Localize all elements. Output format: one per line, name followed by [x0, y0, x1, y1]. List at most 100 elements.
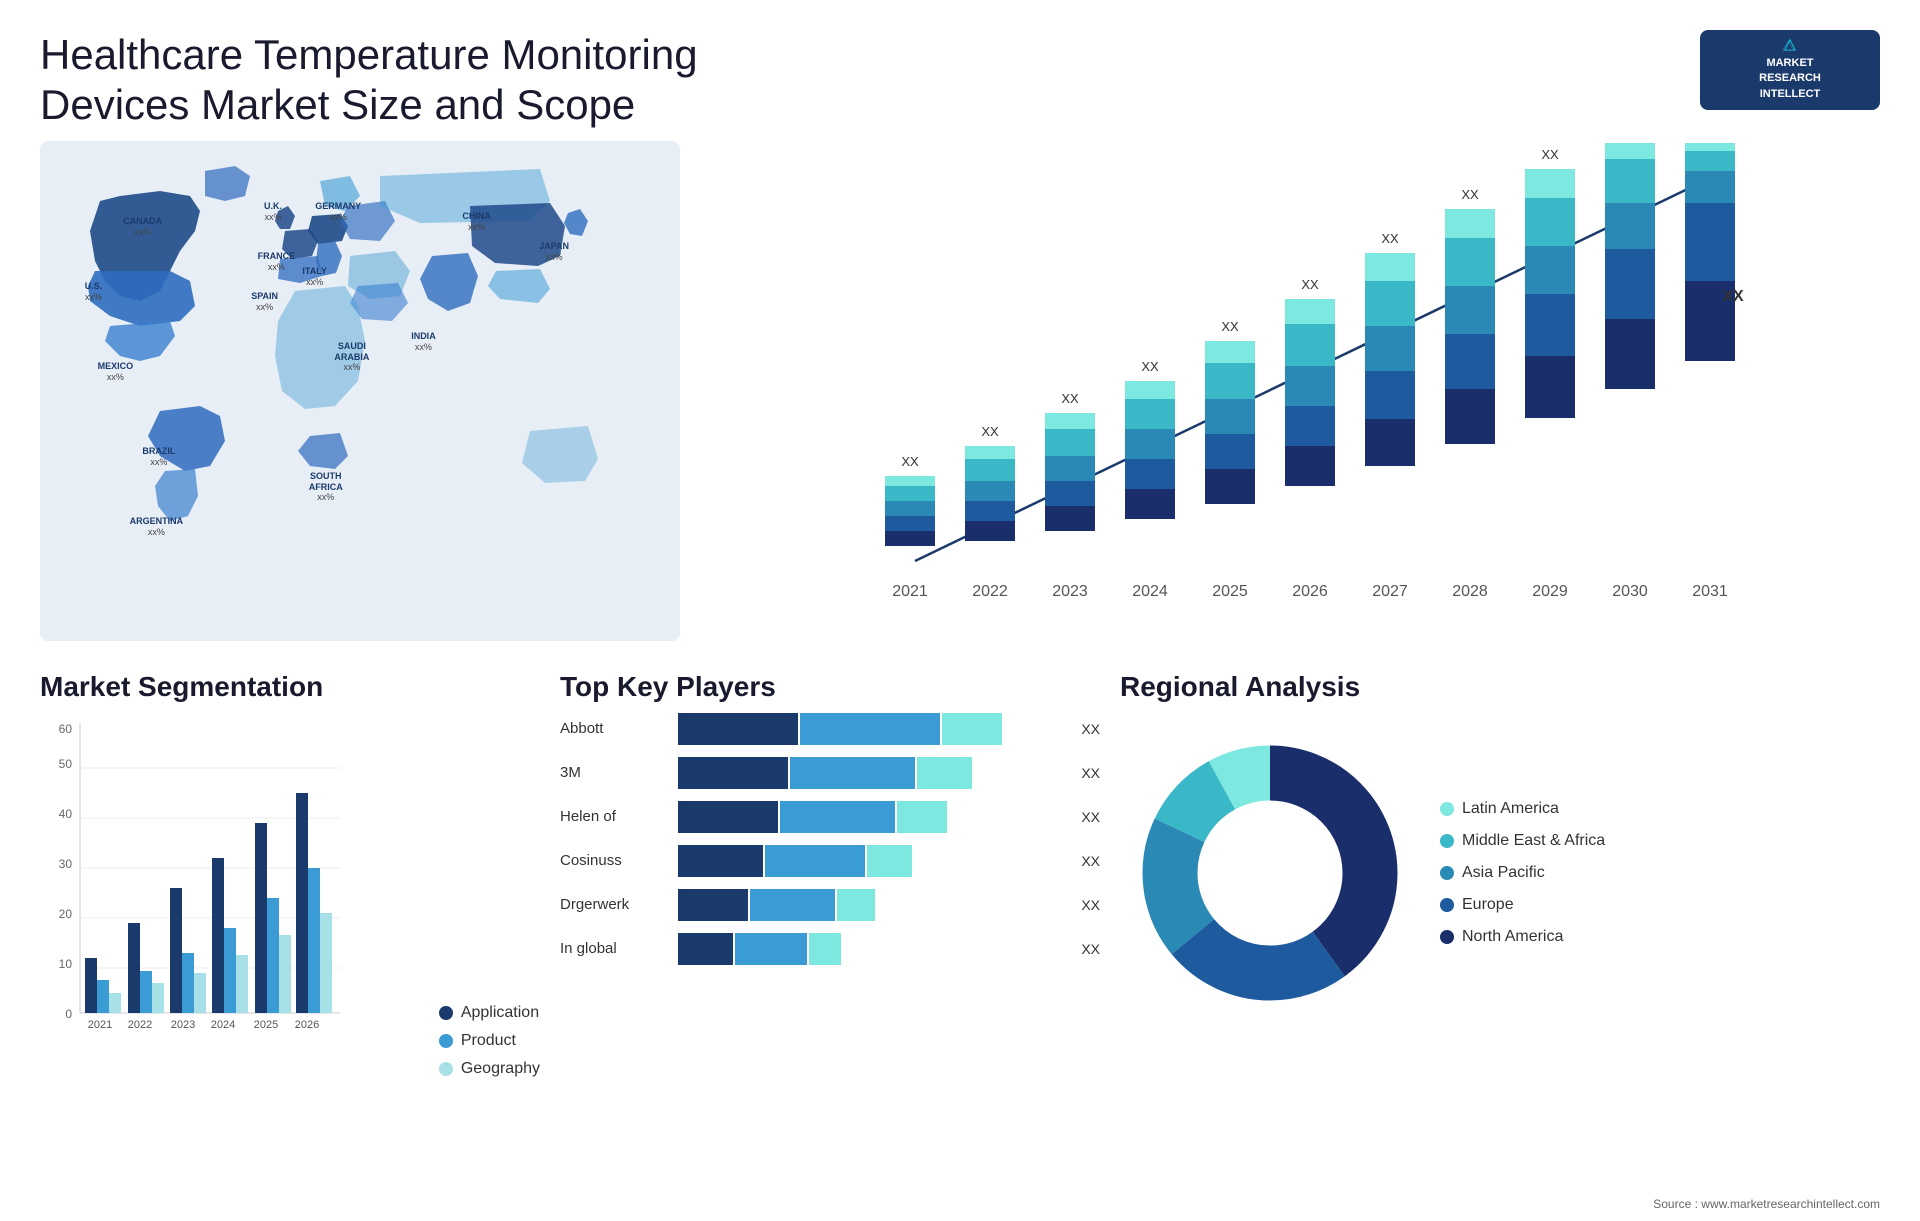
svg-text:XX: XX	[1061, 391, 1079, 406]
player-bar-2	[790, 757, 915, 789]
legend-label-middle-east: Middle East & Africa	[1462, 832, 1605, 850]
legend-label-europe: Europe	[1462, 896, 1514, 914]
svg-text:2029: 2029	[1532, 583, 1568, 600]
player-name-helen: Helen of	[560, 808, 670, 825]
map-label-southafrica: SOUTHAFRICAxx%	[309, 471, 343, 503]
svg-text:XX: XX	[1141, 359, 1159, 374]
player-name-3m: 3M	[560, 764, 670, 781]
player-bar-3	[809, 933, 841, 965]
svg-text:40: 40	[59, 807, 73, 821]
legend-label-geography: Geography	[461, 1060, 540, 1078]
map-label-us: U.S.xx%	[85, 281, 103, 303]
player-bar-3	[867, 845, 912, 877]
svg-text:XX: XX	[1541, 147, 1559, 162]
legend-dot-asia-pacific	[1440, 866, 1454, 880]
svg-text:XX: XX	[981, 424, 999, 439]
player-row-abbott: Abbott XX	[560, 713, 1100, 745]
legend-dot-europe	[1440, 898, 1454, 912]
map-label-uk: U.K.xx%	[264, 201, 282, 223]
regional-legend: Latin America Middle East & Africa Asia …	[1440, 800, 1605, 946]
map-label-argentina: ARGENTINAxx%	[130, 516, 184, 538]
bottom-sections: Market Segmentation 0 10 20 30 40 50 60	[0, 661, 1920, 1221]
legend-label-application: Application	[461, 1004, 539, 1022]
segmentation-chart-area: 0 10 20 30 40 50 60	[40, 713, 540, 1078]
player-value-helen: XX	[1070, 809, 1100, 825]
player-value-drgerwerk: XX	[1070, 897, 1100, 913]
svg-text:2027: 2027	[1372, 583, 1408, 600]
svg-text:30: 30	[59, 857, 73, 871]
donut-area: Latin America Middle East & Africa Asia …	[1120, 723, 1880, 1023]
player-bar-1	[678, 889, 748, 921]
svg-text:10: 10	[59, 957, 73, 971]
player-bar-1	[678, 801, 778, 833]
map-label-brazil: BRAZILxx%	[142, 446, 175, 468]
svg-text:2023: 2023	[171, 1019, 195, 1031]
player-value-abbott: XX	[1070, 721, 1100, 737]
page-title: Healthcare Temperature Monitoring Device…	[40, 30, 840, 131]
legend-application: Application	[439, 1004, 540, 1022]
svg-text:XX: XX	[1301, 277, 1319, 292]
svg-text:2025: 2025	[1212, 583, 1248, 600]
map-label-saudi: SAUDIARABIAxx%	[334, 341, 369, 373]
svg-text:XX: XX	[1381, 231, 1399, 246]
map-label-spain: SPAINxx%	[251, 291, 278, 313]
svg-text:2022: 2022	[128, 1019, 152, 1031]
bar-chart: XX XX XX XX	[730, 141, 1880, 641]
legend-geography: Geography	[439, 1060, 540, 1078]
map-label-canada: CANADAxx%	[123, 216, 162, 238]
player-name-drgerwerk: Drgerwerk	[560, 896, 670, 913]
player-bar-2	[765, 845, 865, 877]
logo-line1: MARKET	[1766, 57, 1813, 69]
svg-text:2023: 2023	[1052, 583, 1088, 600]
svg-text:XX: XX	[901, 454, 919, 469]
player-bars-abbott	[678, 713, 1062, 745]
legend-europe: Europe	[1440, 896, 1605, 914]
map-label-italy: ITALYxx%	[302, 266, 327, 288]
player-row-3m: 3M XX	[560, 757, 1100, 789]
player-bars-cosinuss	[678, 845, 1062, 877]
svg-text:2024: 2024	[1132, 583, 1168, 600]
legend-dot-north-america	[1440, 930, 1454, 944]
svg-text:XX: XX	[1221, 319, 1239, 334]
legend-product: Product	[439, 1032, 540, 1050]
player-row-inglobal: In global XX	[560, 933, 1100, 965]
svg-text:0: 0	[65, 1007, 72, 1021]
logo: MARKET RESEARCH INTELLECT	[1700, 30, 1880, 110]
player-bar-2	[735, 933, 807, 965]
player-value-3m: XX	[1070, 765, 1100, 781]
svg-text:2028: 2028	[1452, 583, 1488, 600]
player-bar-1	[678, 845, 763, 877]
source-text: Source : www.marketresearchintellect.com	[1120, 1177, 1880, 1211]
legend-dot-geography	[439, 1062, 453, 1076]
svg-text:2024: 2024	[211, 1019, 235, 1031]
players-section: Top Key Players Abbott XX 3M XX	[560, 671, 1100, 1211]
legend-label-latin-america: Latin America	[1462, 800, 1559, 818]
legend-label-north-america: North America	[1462, 928, 1563, 946]
page-header: Healthcare Temperature Monitoring Device…	[0, 0, 1920, 141]
legend-middle-east: Middle East & Africa	[1440, 832, 1605, 850]
svg-text:2026: 2026	[295, 1019, 319, 1031]
logo-line2: RESEARCH	[1759, 72, 1821, 84]
player-name-cosinuss: Cosinuss	[560, 852, 670, 869]
segmentation-legend: Application Product Geography	[439, 1004, 540, 1078]
map-section: CANADAxx% U.S.xx% MEXICOxx% BRAZILxx% AR…	[40, 141, 690, 661]
player-bar-3	[837, 889, 875, 921]
player-value-inglobal: XX	[1070, 941, 1100, 957]
player-bar-1	[678, 713, 798, 745]
map-label-japan: JAPANxx%	[539, 241, 569, 263]
player-row-helen: Helen of XX	[560, 801, 1100, 833]
segmentation-title: Market Segmentation	[40, 671, 540, 703]
player-name-inglobal: In global	[560, 940, 670, 957]
map-label-mexico: MEXICOxx%	[98, 361, 134, 383]
player-value-cosinuss: XX	[1070, 853, 1100, 869]
player-row-cosinuss: Cosinuss XX	[560, 845, 1100, 877]
svg-text:2021: 2021	[892, 583, 928, 600]
player-bar-3	[897, 801, 947, 833]
svg-text:2031: 2031	[1692, 583, 1728, 600]
svg-text:60: 60	[59, 722, 73, 736]
svg-text:2022: 2022	[972, 583, 1008, 600]
map-label-germany: GERMANYxx%	[315, 201, 361, 223]
svg-text:2025: 2025	[254, 1019, 278, 1031]
player-bar-2	[750, 889, 835, 921]
world-map: CANADAxx% U.S.xx% MEXICOxx% BRAZILxx% AR…	[40, 141, 680, 641]
